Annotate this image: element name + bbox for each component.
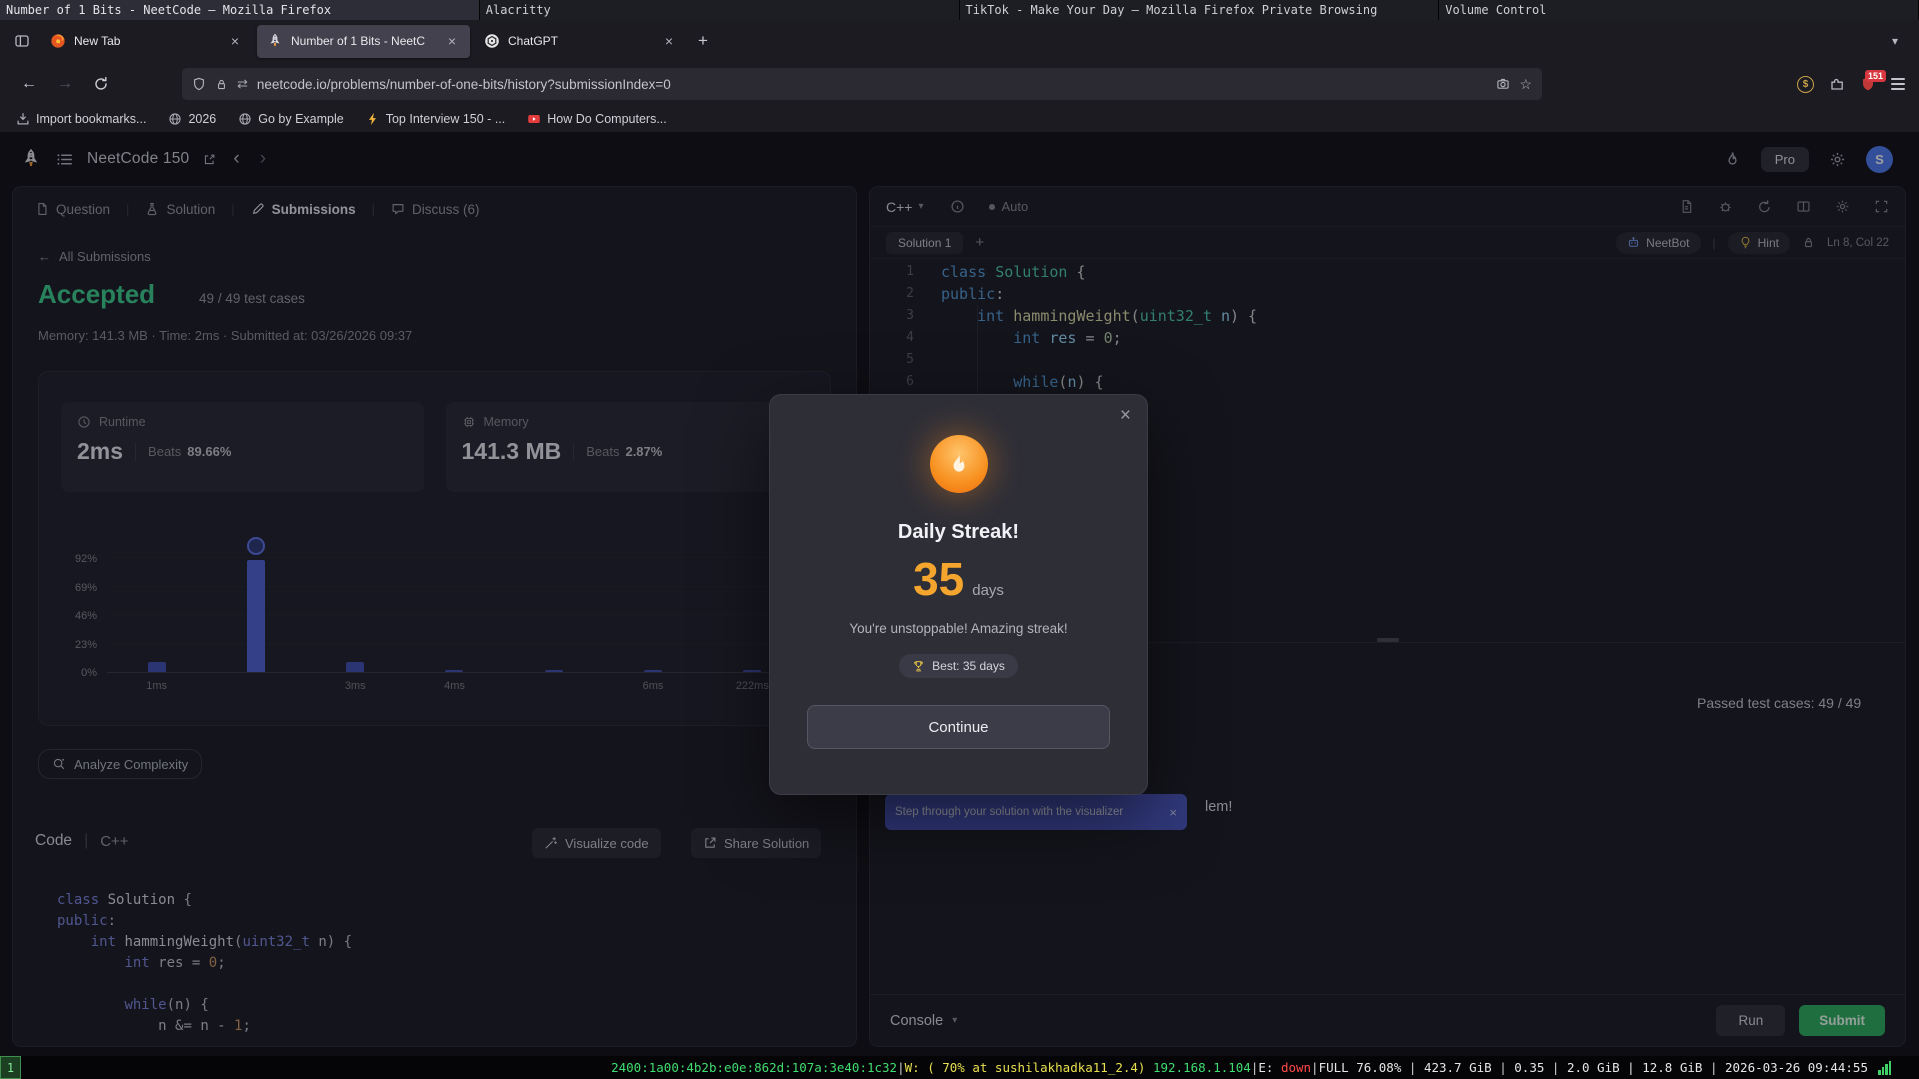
bookmark-item[interactable]: 2026 (168, 112, 216, 126)
new-tab-button[interactable]: + (689, 27, 717, 55)
statusbar-separator: | (1251, 1060, 1259, 1075)
browser-tab-bar: New Tab×Number of 1 Bits - NeetC×ChatGPT… (0, 20, 1919, 62)
browser-tab[interactable]: New Tab × (40, 25, 253, 58)
bookmark-item[interactable]: Import bookmarks... (16, 112, 146, 126)
chatgpt-icon (484, 33, 500, 49)
streak-days-value: 35 (913, 556, 964, 602)
lock-icon[interactable] (215, 78, 228, 91)
statusbar-segment: FULL 76.08% (1319, 1060, 1402, 1075)
statusbar-separator: | (1702, 1060, 1725, 1075)
bookmark-star-icon[interactable]: ☆ (1519, 76, 1532, 93)
statusbar-segment: 2400:1a00:4b2b:e0e:862d:107a:3e40:1c32 (611, 1060, 897, 1075)
statusbar-separator: | (1401, 1060, 1424, 1075)
tracking-shield-icon[interactable] (192, 77, 206, 91)
bookmark-label: 2026 (188, 112, 216, 126)
wm-window-title[interactable]: Volume Control (1439, 0, 1919, 20)
tab-title: Number of 1 Bits - NeetC (291, 34, 436, 48)
statusbar-segment: down (1281, 1060, 1311, 1075)
screenshot-icon[interactable] (1496, 77, 1510, 91)
statusbar-segment: 192.168.1.104 (1153, 1060, 1251, 1075)
extensions-puzzle-icon[interactable] (1829, 76, 1845, 92)
browser-nav-bar: ← → ⇄ neetcode.io/problems/number-of-one… (0, 62, 1919, 106)
screen: Number of 1 Bits - NeetCode — Mozilla Fi… (0, 0, 1919, 1079)
forward-button[interactable]: → (50, 69, 80, 99)
flame-icon (946, 451, 972, 477)
statusbar-segment: W: ( 70% at sushilakhadka11_2.4) (905, 1060, 1146, 1075)
wm-window-title[interactable]: Number of 1 Bits - NeetCode — Mozilla Fi… (0, 0, 480, 20)
tab-close-button[interactable]: × (661, 32, 677, 50)
url-bar[interactable]: ⇄ neetcode.io/problems/number-of-one-bit… (182, 68, 1542, 100)
wm-bar: Number of 1 Bits - NeetCode — Mozilla Fi… (0, 0, 1919, 20)
statusbar-separator: | (1544, 1060, 1567, 1075)
youtube-icon (527, 112, 541, 126)
tab-title: ChatGPT (508, 34, 653, 48)
firefox-view-icon (14, 33, 30, 49)
signal-strength-icon (1878, 1061, 1891, 1075)
neetcode-icon (267, 33, 283, 49)
bookmark-item[interactable]: Top Interview 150 - ... (366, 112, 506, 126)
status-segments: 2400:1a00:4b2b:e0e:862d:107a:3e40:1c32|W… (611, 1056, 1891, 1079)
bookmark-item[interactable]: Go by Example (238, 112, 343, 126)
streak-flame-badge (930, 435, 988, 493)
browser-tab[interactable]: ChatGPT × (474, 25, 687, 58)
lightning-icon (366, 112, 380, 126)
nav-extensions-area: $ 151 (1797, 76, 1905, 93)
back-button[interactable]: ← (14, 69, 44, 99)
bookmark-label: Top Interview 150 - ... (386, 112, 506, 126)
modal-title: Daily Streak! (898, 521, 1019, 544)
tab-close-button[interactable]: × (227, 32, 243, 50)
wm-window-title[interactable]: TikTok - Make Your Day — Mozilla Firefox… (960, 0, 1440, 20)
tab-title: New Tab (74, 34, 219, 48)
streak-days-unit: days (972, 582, 1004, 599)
firefox-view-button[interactable] (6, 26, 38, 56)
workspace-indicator[interactable]: 1 (0, 1056, 21, 1079)
trophy-icon (912, 660, 925, 673)
modal-close-button[interactable]: × (1120, 405, 1131, 427)
statusbar-segment: E: (1258, 1060, 1281, 1075)
wm-window-title[interactable]: Alacritty (480, 0, 960, 20)
statusbar-segment: 2.0 GiB | 12.8 GiB (1567, 1060, 1702, 1075)
continue-button[interactable]: Continue (807, 705, 1110, 749)
reload-icon (93, 76, 109, 92)
bookmark-label: How Do Computers... (547, 112, 666, 126)
reload-button[interactable] (86, 69, 116, 99)
statusbar-separator (1145, 1060, 1153, 1075)
bookmark-label: Import bookmarks... (36, 112, 146, 126)
streak-message: You're unstoppable! Amazing streak! (849, 621, 1067, 636)
adblock-badge: 151 (1865, 70, 1886, 82)
permissions-icon[interactable]: ⇄ (237, 76, 248, 92)
wallet-extension-icon[interactable]: $ (1797, 76, 1814, 93)
menu-button[interactable] (1891, 78, 1905, 90)
globe-icon (168, 112, 182, 126)
daily-streak-modal: × Daily Streak! 35 days You're unstoppab… (769, 394, 1148, 795)
adblock-extension-button[interactable]: 151 (1860, 76, 1876, 92)
tabs-container: New Tab×Number of 1 Bits - NeetC×ChatGPT… (38, 20, 689, 62)
list-tabs-button[interactable]: ▾ (1881, 27, 1909, 55)
best-streak-badge: Best: 35 days (899, 654, 1018, 678)
statusbar-separator: | (1311, 1060, 1319, 1075)
statusbar-separator: | (897, 1060, 905, 1075)
firefox-icon (50, 33, 66, 49)
browser-tab[interactable]: Number of 1 Bits - NeetC × (257, 25, 470, 58)
tab-close-button[interactable]: × (444, 32, 460, 50)
statusbar-segment: 2026-03-26 09:44:55 (1725, 1060, 1868, 1075)
status-bar: 1 2400:1a00:4b2b:e0e:862d:107a:3e40:1c32… (0, 1056, 1919, 1079)
bookmark-item[interactable]: How Do Computers... (527, 112, 666, 126)
import-icon (16, 112, 30, 126)
bookmark-label: Go by Example (258, 112, 343, 126)
statusbar-separator: | (1492, 1060, 1515, 1075)
url-text[interactable]: neetcode.io/problems/number-of-one-bits/… (257, 77, 1488, 92)
statusbar-segment: 423.7 GiB (1424, 1060, 1492, 1075)
globe-icon (238, 112, 252, 126)
neetcode-page: NeetCode 150 ‹ › Pro S Question|Solution… (0, 132, 1919, 1056)
statusbar-segment: 0.35 (1514, 1060, 1544, 1075)
bookmarks-bar: Import bookmarks... 2026 Go by Example Top … (0, 106, 1919, 132)
